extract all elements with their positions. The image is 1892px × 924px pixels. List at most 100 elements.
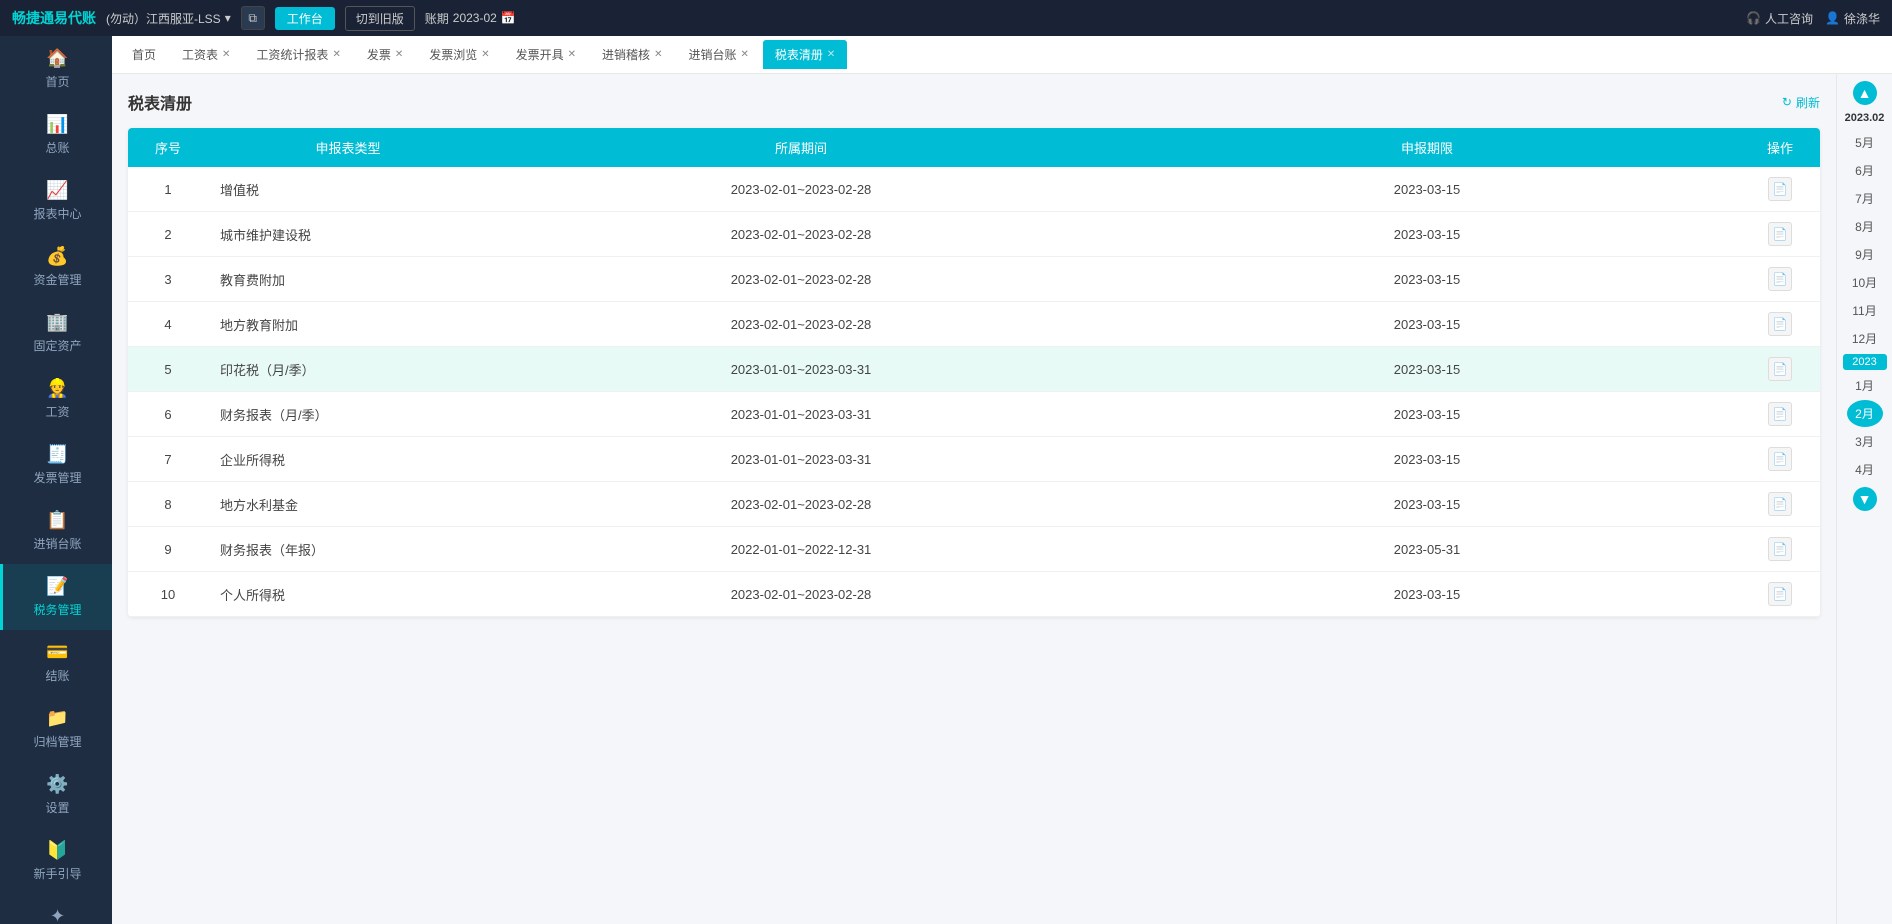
- sidebar-label-guide: 新手引导: [33, 865, 81, 882]
- calendar-month-12月[interactable]: 12月: [1843, 325, 1887, 352]
- refresh-button[interactable]: ↻ 刷新: [1782, 94, 1820, 111]
- tab-invoice-browse[interactable]: 发票浏览✕: [417, 40, 501, 69]
- calendar-month-9月[interactable]: 9月: [1843, 241, 1887, 268]
- tab-close-invoice-browse[interactable]: ✕: [481, 49, 489, 60]
- action-icon-8[interactable]: 📄: [1768, 492, 1792, 516]
- cell-action[interactable]: 📄: [1740, 167, 1820, 211]
- sidebar-item-reports[interactable]: 📈 报表中心: [0, 168, 112, 234]
- company-selector[interactable]: (勿动）江西服亚-LSS ▾: [106, 10, 231, 27]
- tab-label-home: 首页: [132, 46, 156, 63]
- cell-type: 教育费附加: [208, 257, 488, 301]
- tab-close-tax-list[interactable]: ✕: [827, 49, 835, 60]
- table-body: 1 增值税 2023-02-01~2023-02-28 2023-03-15 📄…: [128, 167, 1820, 617]
- tab-purchase-check[interactable]: 进销稽核✕: [590, 40, 674, 69]
- cell-deadline: 2023-03-15: [1114, 347, 1740, 391]
- calendar-month-11月[interactable]: 11月: [1843, 297, 1887, 324]
- calendar-prev-button[interactable]: ▲: [1853, 81, 1877, 105]
- tab-invoice[interactable]: 发票✕: [355, 40, 415, 69]
- period-text: 账期: [425, 10, 449, 27]
- cell-deadline: 2023-03-15: [1114, 572, 1740, 616]
- switch-old-button[interactable]: 切到旧版: [345, 6, 415, 31]
- tab-close-salary[interactable]: ✕: [222, 49, 230, 60]
- period-value: 2023-02: [453, 11, 497, 25]
- tab-salary-stats[interactable]: 工资统计报表✕: [244, 40, 352, 69]
- tab-close-invoice[interactable]: ✕: [395, 49, 403, 60]
- tab-close-purchase-check[interactable]: ✕: [654, 49, 662, 60]
- sidebar-label-archive: 归档管理: [33, 733, 81, 750]
- sidebar-item-invoice[interactable]: 🧾 发票管理: [0, 432, 112, 498]
- calendar-month-4月[interactable]: 4月: [1843, 456, 1887, 483]
- refresh-icon: ↻: [1782, 95, 1792, 109]
- sidebar-item-archive[interactable]: 📁 归档管理: [0, 696, 112, 762]
- consult-label: 人工咨询: [1765, 10, 1813, 27]
- tab-label-tax-list: 税表清册: [775, 46, 823, 63]
- cell-action[interactable]: 📄: [1740, 257, 1820, 301]
- cell-no: 4: [128, 302, 208, 346]
- calendar-month-8月[interactable]: 8月: [1843, 213, 1887, 240]
- tab-home[interactable]: 首页: [120, 40, 168, 69]
- calendar-month-2月[interactable]: 2月: [1847, 400, 1883, 427]
- action-icon-3[interactable]: 📄: [1768, 267, 1792, 291]
- right-sidebar-calendar[interactable]: ▲ 2023.02 5月6月7月8月9月10月11月12月 2023 1月2月3…: [1836, 74, 1892, 924]
- sidebar-item-funds[interactable]: 💰 资金管理: [0, 234, 112, 300]
- work-station-button[interactable]: 工作台: [275, 7, 335, 30]
- tab-bar: 首页工资表✕工资统计报表✕发票✕发票浏览✕发票开具✕进销稽核✕进销台账✕税表清册…: [112, 36, 1892, 74]
- cell-action[interactable]: 📄: [1740, 482, 1820, 526]
- cell-deadline: 2023-03-15: [1114, 167, 1740, 211]
- calendar-period-label: 2023.02: [1843, 108, 1887, 128]
- calendar-next-button[interactable]: ▼: [1853, 487, 1877, 511]
- calendar-icon[interactable]: 📅: [501, 11, 516, 25]
- cell-action[interactable]: 📄: [1740, 572, 1820, 616]
- period-label: 账期 2023-02 📅: [425, 10, 516, 27]
- cell-action[interactable]: 📄: [1740, 527, 1820, 571]
- action-icon-7[interactable]: 📄: [1768, 447, 1792, 471]
- user-menu[interactable]: 👤 徐涤华: [1825, 10, 1880, 27]
- tab-tax-list[interactable]: 税表清册 ✕: [763, 40, 847, 69]
- cell-action[interactable]: 📄: [1740, 302, 1820, 346]
- cell-action[interactable]: 📄: [1740, 212, 1820, 256]
- action-icon-4[interactable]: 📄: [1768, 312, 1792, 336]
- sidebar-item-assets[interactable]: 🏢 固定资产: [0, 300, 112, 366]
- cell-period: 2023-01-01~2023-03-31: [488, 347, 1114, 391]
- calendar-month-10月[interactable]: 10月: [1843, 269, 1887, 296]
- tab-close-purchase-ledger[interactable]: ✕: [740, 49, 748, 60]
- chevron-down-icon: ▾: [225, 11, 231, 25]
- cell-action[interactable]: 📄: [1740, 437, 1820, 481]
- action-icon-9[interactable]: 📄: [1768, 537, 1792, 561]
- cell-action[interactable]: 📄: [1740, 392, 1820, 436]
- calendar-month-7月[interactable]: 7月: [1843, 185, 1887, 212]
- tab-close-salary-stats[interactable]: ✕: [332, 49, 340, 60]
- sidebar-item-settle[interactable]: 💳 结账: [0, 630, 112, 696]
- sidebar-item-home[interactable]: 🏠 首页: [0, 36, 112, 102]
- calendar-month-3月[interactable]: 3月: [1843, 428, 1887, 455]
- sidebar-item-settings[interactable]: ⚙️ 设置: [0, 762, 112, 828]
- col-deadline: 申报期限: [1114, 128, 1740, 167]
- sidebar-label-invoice: 发票管理: [33, 469, 81, 486]
- action-icon-2[interactable]: 📄: [1768, 222, 1792, 246]
- action-icon-10[interactable]: 📄: [1768, 582, 1792, 606]
- cell-action[interactable]: 📄: [1740, 347, 1820, 391]
- sidebar-item-guide[interactable]: 🔰 新手引导: [0, 828, 112, 894]
- cell-no: 5: [128, 347, 208, 391]
- tab-close-invoice-open[interactable]: ✕: [568, 49, 576, 60]
- sidebar-item-purchase[interactable]: 📋 进销台账: [0, 498, 112, 564]
- sidebar-item-ledger[interactable]: 📊 总账: [0, 102, 112, 168]
- calendar-month-1月[interactable]: 1月: [1843, 372, 1887, 399]
- sidebar-item-vip[interactable]: ✦ 畅会员: [0, 894, 112, 924]
- calendar-month-5月[interactable]: 5月: [1843, 129, 1887, 156]
- copy-button[interactable]: ⧉: [241, 6, 265, 30]
- action-icon-6[interactable]: 📄: [1768, 402, 1792, 426]
- tab-purchase-ledger[interactable]: 进销台账✕: [676, 40, 760, 69]
- action-icon-5[interactable]: 📄: [1768, 357, 1792, 381]
- calendar-month-6月[interactable]: 6月: [1843, 157, 1887, 184]
- consult-button[interactable]: 🎧 人工咨询: [1746, 10, 1813, 27]
- sidebar-item-tax[interactable]: 📝 税务管理: [0, 564, 112, 630]
- sidebar-item-salary[interactable]: 👷 工资: [0, 366, 112, 432]
- home-icon: 🏠: [46, 48, 68, 69]
- tab-salary[interactable]: 工资表✕: [170, 40, 242, 69]
- purchase-icon: 📋: [46, 510, 68, 531]
- tab-invoice-open[interactable]: 发票开具✕: [504, 40, 588, 69]
- assets-icon: 🏢: [46, 312, 68, 333]
- cell-type: 财务报表（月/季）: [208, 392, 488, 436]
- action-icon-1[interactable]: 📄: [1768, 177, 1792, 201]
